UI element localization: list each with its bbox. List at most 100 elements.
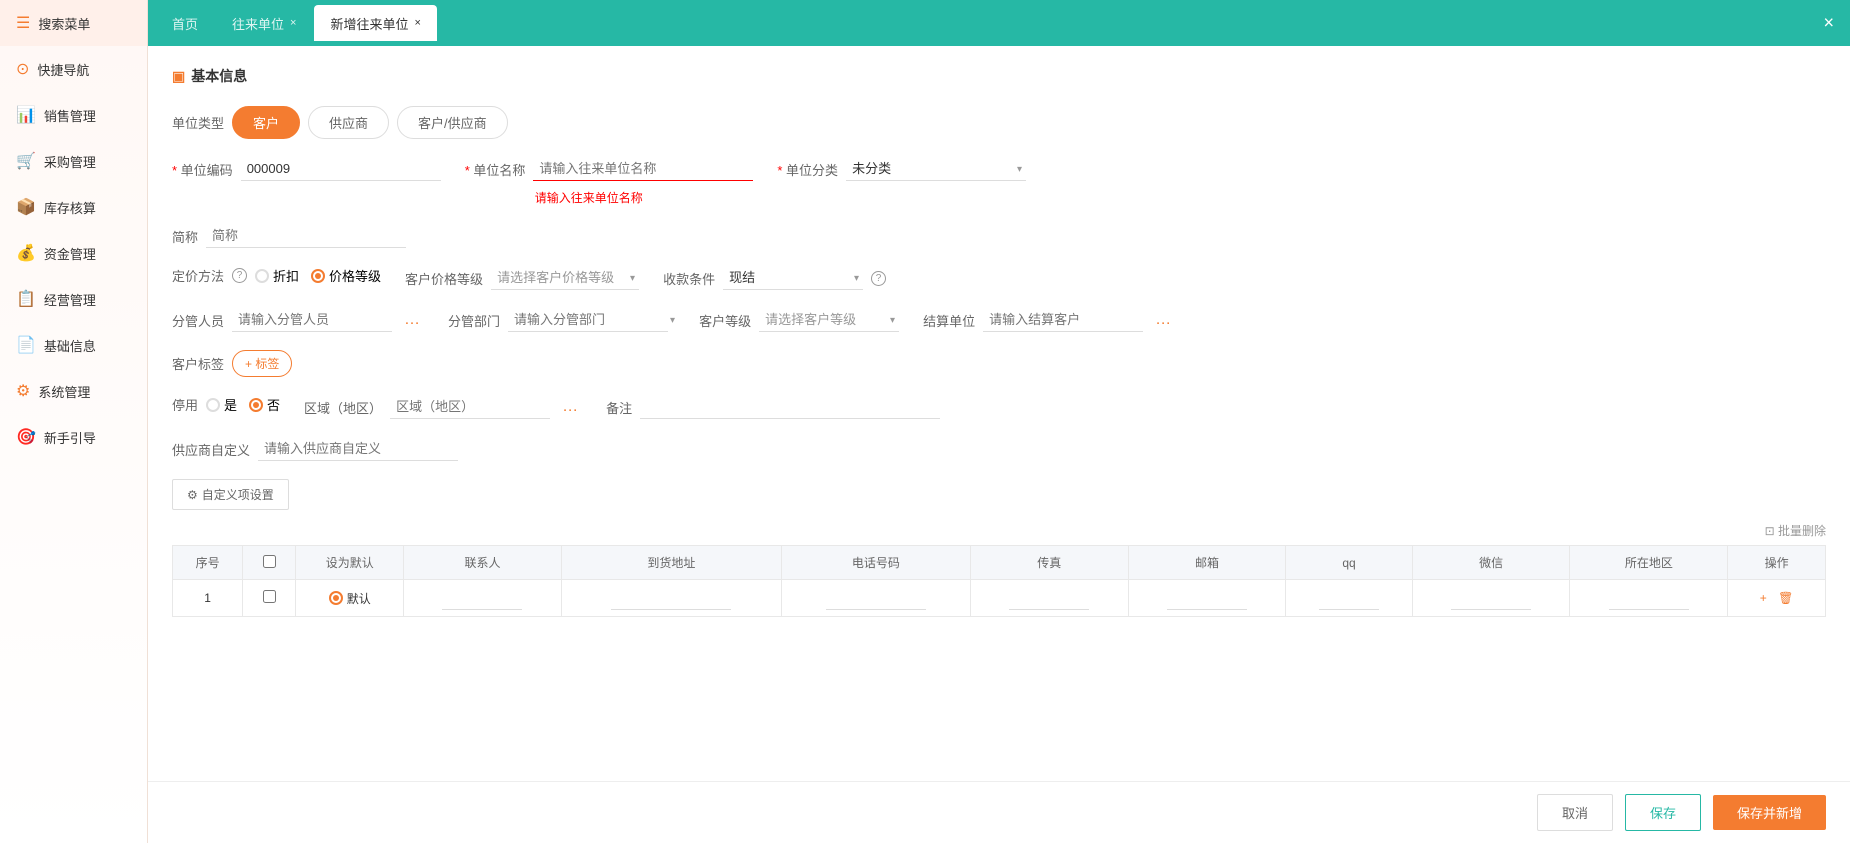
sidebar-item-sales[interactable]: 📊 销售管理 — [0, 92, 147, 138]
note-input[interactable] — [640, 395, 940, 419]
sidebar-item-system[interactable]: ⚙ 系统管理 — [0, 368, 147, 414]
cancel-button[interactable]: 取消 — [1537, 794, 1613, 831]
th-qq: qq — [1286, 546, 1412, 580]
row-checkbox[interactable] — [263, 590, 276, 603]
cell-email[interactable] — [1128, 580, 1286, 617]
radio-no[interactable]: 否 — [249, 395, 280, 414]
disable-row: 停用 是 否 区域（地区） … — [172, 395, 1826, 419]
tag-group: 客户标签 + 标签 — [172, 350, 292, 377]
payment-help-icon[interactable]: ? — [871, 271, 886, 286]
batch-delete-label[interactable]: 批量删除 — [1778, 524, 1826, 538]
tab-new-partner[interactable]: 新增往来单位 × — [314, 5, 436, 41]
sidebar-item-search[interactable]: ☰ 搜索菜单 — [0, 0, 147, 46]
cell-qq[interactable] — [1286, 580, 1412, 617]
unit-name-label: 单位名称 — [465, 160, 526, 179]
cell-address[interactable] — [561, 580, 781, 617]
pricing-row: 定价方法 ? 折扣 价格等级 客户价格等级 — [172, 266, 1826, 290]
save-new-button[interactable]: 保存并新增 — [1713, 795, 1826, 830]
cell-region[interactable] — [1570, 580, 1728, 617]
address-input[interactable] — [611, 586, 731, 610]
unit-code-input[interactable] — [241, 157, 441, 181]
manager-label: 分管人员 — [172, 311, 224, 330]
delete-row-icon[interactable]: 🗑 — [1778, 591, 1793, 605]
tab-partner-close[interactable]: × — [290, 17, 296, 29]
custom-settings-button[interactable]: ⚙ 自定义项设置 — [172, 479, 289, 510]
manager-dots-icon[interactable]: … — [400, 311, 424, 329]
operations-icon: 📋 — [16, 289, 36, 309]
manager-input[interactable] — [232, 308, 392, 332]
type-btn-customer[interactable]: 客户 — [232, 106, 300, 139]
sidebar-item-quicknav[interactable]: ⊙ 快捷导航 — [0, 46, 147, 92]
customer-price-group: 客户价格等级 请选择客户价格等级 ▾ — [405, 266, 639, 290]
payment-terms-select[interactable]: 现结 — [723, 266, 863, 290]
cell-phone[interactable] — [781, 580, 970, 617]
th-seq: 序号 — [173, 546, 243, 580]
tag-label: 客户标签 — [172, 354, 224, 373]
dept-input[interactable] — [508, 308, 668, 332]
pricing-help-icon[interactable]: ? — [232, 268, 247, 283]
settlement-label: 结算单位 — [923, 311, 975, 330]
default-radio[interactable]: 默认 — [306, 590, 393, 607]
sidebar-label-system: 系统管理 — [38, 382, 90, 401]
radio-yes-label: 是 — [224, 395, 237, 414]
region-cell-input[interactable] — [1609, 586, 1689, 610]
tab-partner[interactable]: 往来单位 × — [216, 5, 312, 41]
unit-category-select[interactable]: 未分类 — [846, 157, 1026, 181]
fax-input[interactable] — [1009, 586, 1089, 610]
sidebar-item-basic[interactable]: 📄 基础信息 — [0, 322, 147, 368]
settlement-dots-icon[interactable]: … — [1151, 311, 1175, 329]
sales-icon: 📊 — [16, 105, 36, 125]
unit-name-input[interactable] — [533, 157, 753, 181]
radio-price-level[interactable]: 价格等级 — [311, 266, 381, 285]
cell-wechat[interactable] — [1412, 580, 1570, 617]
region-input[interactable] — [390, 395, 550, 419]
short-name-row: 简称 — [172, 224, 1826, 248]
system-icon: ⚙ — [16, 381, 30, 401]
region-dots-icon[interactable]: … — [558, 398, 582, 416]
disable-label: 停用 — [172, 395, 198, 414]
cell-fax[interactable] — [970, 580, 1128, 617]
radio-yes[interactable]: 是 — [206, 395, 237, 414]
sidebar-item-finance[interactable]: 💰 资金管理 — [0, 230, 147, 276]
sidebar-item-guide[interactable]: 🎯 新手引导 — [0, 414, 147, 460]
purchase-icon: 🛒 — [16, 151, 36, 171]
basic-icon: 📄 — [16, 335, 36, 355]
sidebar-item-inventory[interactable]: 📦 库存核算 — [0, 184, 147, 230]
short-name-group: 简称 — [172, 224, 406, 248]
sidebar-item-purchase[interactable]: 🛒 采购管理 — [0, 138, 147, 184]
email-input[interactable] — [1167, 586, 1247, 610]
sidebar-item-operations[interactable]: 📋 经营管理 — [0, 276, 147, 322]
contact-input[interactable] — [442, 586, 522, 610]
qq-input[interactable] — [1319, 586, 1379, 610]
cell-contact[interactable] — [404, 580, 562, 617]
type-btn-both[interactable]: 客户/供应商 — [397, 106, 508, 139]
supplier-custom-input[interactable] — [258, 437, 458, 461]
radio-yes-circle — [206, 398, 220, 412]
add-row-icon[interactable]: + — [1760, 591, 1767, 605]
sidebar-label-basic: 基础信息 — [44, 336, 96, 355]
window-close-icon[interactable]: × — [1823, 13, 1834, 34]
section-title: ▣ 基本信息 — [172, 66, 1826, 86]
unit-info-row: 单位编码 单位名称 请输入往来单位名称 单位分类 — [172, 157, 1826, 206]
customer-price-select[interactable]: 请选择客户价格等级 — [491, 266, 639, 290]
th-address: 到货地址 — [561, 546, 781, 580]
cell-checkbox[interactable] — [243, 580, 296, 617]
customer-level-select[interactable]: 请选择客户等级 — [759, 308, 899, 332]
guide-icon: 🎯 — [16, 427, 36, 447]
wechat-input[interactable] — [1451, 586, 1531, 610]
sidebar-label-search: 搜索菜单 — [38, 14, 90, 33]
tab-home[interactable]: 首页 — [156, 5, 214, 41]
type-btn-supplier[interactable]: 供应商 — [308, 106, 389, 139]
settlement-input[interactable] — [983, 308, 1143, 332]
finance-icon: 💰 — [16, 243, 36, 263]
save-button[interactable]: 保存 — [1625, 794, 1701, 831]
table-select-all[interactable] — [263, 555, 276, 568]
tab-new-partner-close[interactable]: × — [414, 17, 420, 29]
th-phone: 电话号码 — [781, 546, 970, 580]
phone-input[interactable] — [826, 586, 926, 610]
dept-arrow-icon: ▾ — [670, 315, 675, 326]
radio-discount[interactable]: 折扣 — [255, 266, 299, 285]
cell-default: 默认 — [296, 580, 404, 617]
tag-add-button[interactable]: + 标签 — [232, 350, 292, 377]
short-name-input[interactable] — [206, 224, 406, 248]
